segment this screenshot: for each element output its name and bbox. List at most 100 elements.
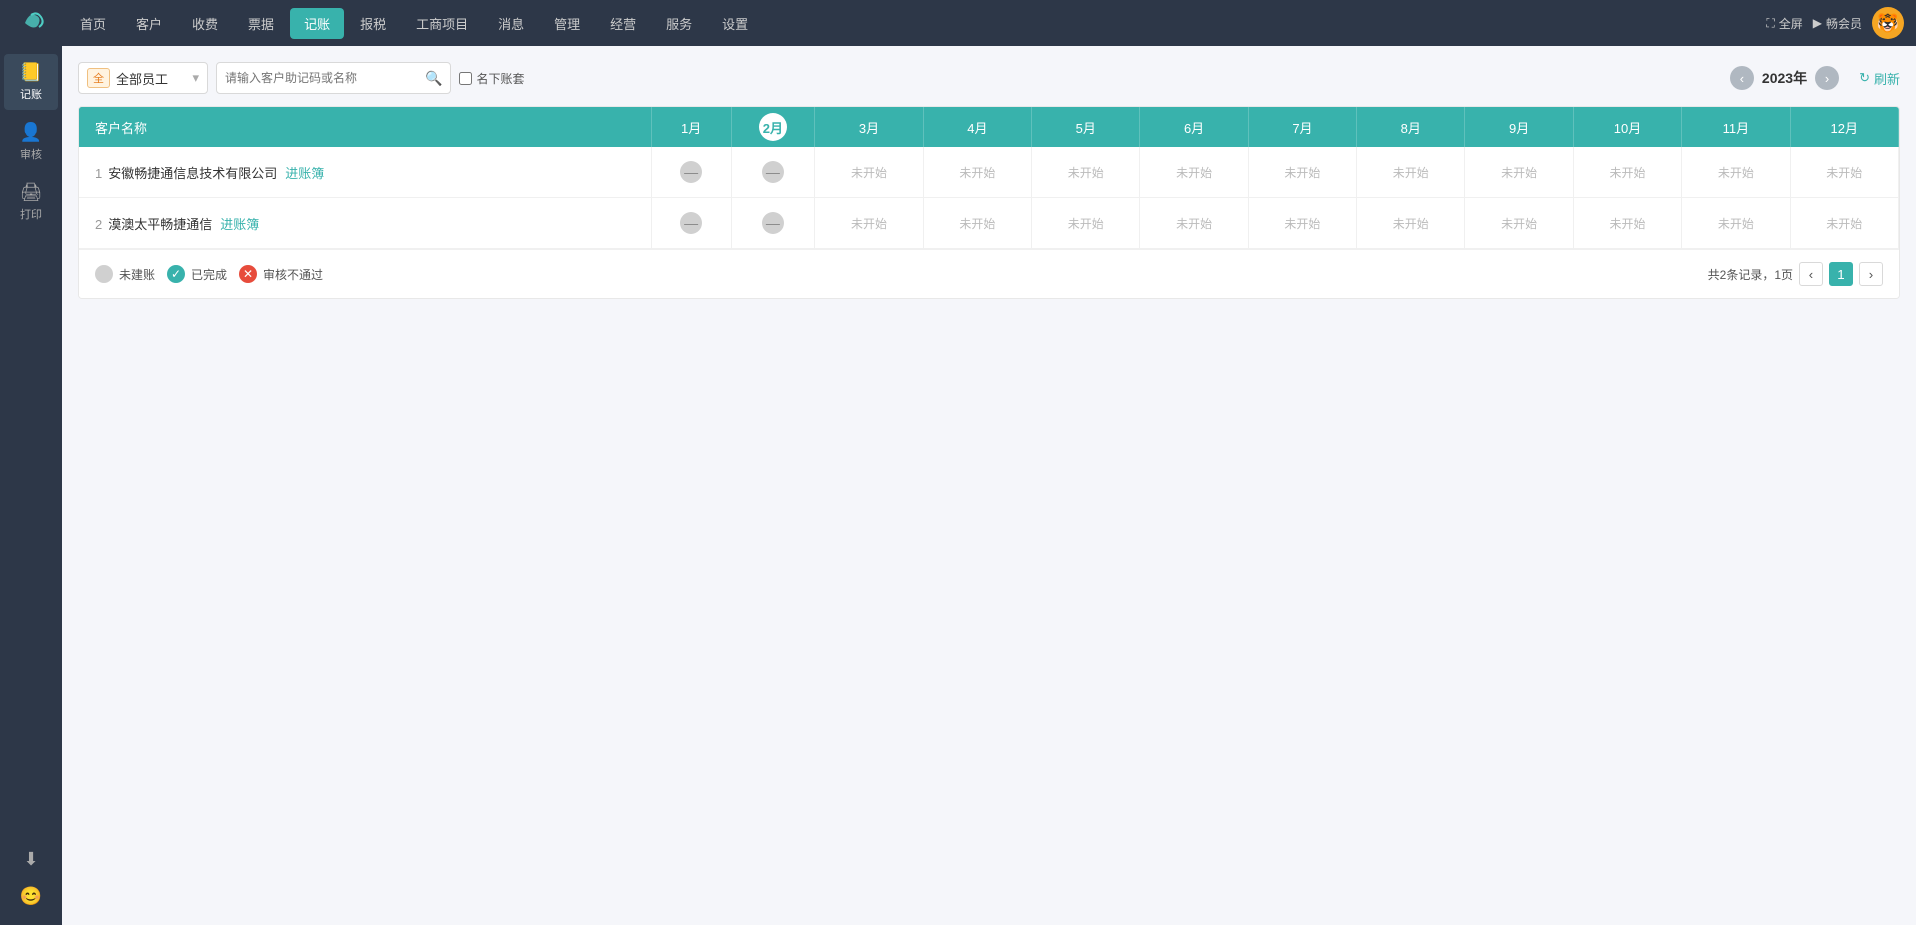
page-1-button[interactable]: 1 bbox=[1829, 262, 1853, 286]
not-started-label: 未开始 bbox=[1284, 217, 1320, 231]
enter-link[interactable]: 进账簿 bbox=[220, 217, 259, 232]
not-started-label: 未开始 bbox=[1393, 217, 1429, 231]
nav-business[interactable]: 工商项目 bbox=[402, 8, 482, 39]
not-started-label: 未开始 bbox=[1826, 217, 1862, 231]
month-cell-1-6: 未开始 bbox=[1248, 198, 1356, 249]
page-next-button[interactable]: › bbox=[1859, 262, 1883, 286]
nav-invoice[interactable]: 票据 bbox=[234, 8, 288, 39]
video-icon: ▶ bbox=[1813, 16, 1822, 30]
sidebar-item-print[interactable]: 🖨 打印 bbox=[4, 174, 58, 230]
nav-manage[interactable]: 管理 bbox=[540, 8, 594, 39]
not-started-label: 未开始 bbox=[1718, 217, 1754, 231]
nav-operation[interactable]: 经营 bbox=[596, 8, 650, 39]
col-month-10: 10月 bbox=[1573, 107, 1681, 147]
user-avatar[interactable]: 🐯 bbox=[1872, 7, 1904, 39]
month-cell-1-1: — bbox=[731, 198, 815, 249]
checkbox-namexia[interactable] bbox=[459, 72, 472, 85]
vip-label: 畅会员 bbox=[1826, 15, 1862, 32]
sidebar-label-bookkeeping: 记账 bbox=[20, 86, 42, 102]
month-cell-1-2: 未开始 bbox=[815, 198, 923, 249]
month-cell-1-0: — bbox=[651, 198, 731, 249]
year-next-button[interactable]: › bbox=[1815, 66, 1839, 90]
fullscreen-icon: ⛶ bbox=[1766, 16, 1774, 31]
not-started-label: 未开始 bbox=[959, 166, 995, 180]
app-logo bbox=[12, 7, 58, 39]
search-input[interactable] bbox=[217, 71, 417, 85]
row-num: 2 bbox=[95, 217, 102, 232]
client-name: 安徽畅捷通信息技术有限公司 bbox=[108, 166, 277, 181]
nav-service[interactable]: 服务 bbox=[652, 8, 706, 39]
month-cell-1-11: 未开始 bbox=[1790, 198, 1898, 249]
sidebar: 📒 记账 👤 审核 🖨 打印 ⬇ 😊 bbox=[0, 46, 62, 925]
year-display: 2023年 bbox=[1762, 68, 1807, 88]
checkbox-namexia-label[interactable]: 名下账套 bbox=[459, 70, 524, 87]
search-input-wrap: 🔍 bbox=[216, 62, 451, 94]
row-num: 1 bbox=[95, 166, 102, 181]
nav-fee[interactable]: 收费 bbox=[178, 8, 232, 39]
total-info: 共2条记录，1页 bbox=[1708, 266, 1793, 283]
client-cell-1: 2漠澳太平畅捷通信进账簿 bbox=[79, 198, 651, 249]
month-cell-0-4: 未开始 bbox=[1032, 147, 1140, 198]
month-cell-0-3: 未开始 bbox=[923, 147, 1031, 198]
nav-message[interactable]: 消息 bbox=[484, 8, 538, 39]
sidebar-label-print: 打印 bbox=[20, 206, 42, 222]
col-month-9: 9月 bbox=[1465, 107, 1573, 147]
fullscreen-button[interactable]: ⛶ 全屏 bbox=[1766, 15, 1802, 32]
dash-icon: — bbox=[680, 212, 702, 234]
sidebar-item-audit[interactable]: 👤 审核 bbox=[4, 114, 58, 170]
sidebar-item-download[interactable]: ⬇ bbox=[4, 841, 58, 878]
dash-icon: — bbox=[680, 161, 702, 183]
sidebar-item-bookkeeping[interactable]: 📒 记账 bbox=[4, 54, 58, 110]
month-cell-0-7: 未开始 bbox=[1357, 147, 1465, 198]
legend-rejected: ✕ 审核不通过 bbox=[239, 265, 323, 283]
month-cell-1-8: 未开始 bbox=[1465, 198, 1573, 249]
refresh-icon: ↻ bbox=[1859, 70, 1870, 86]
main-table: 客户名称 1月 2月 3月 4月 5月 6月 7月 8月 9月 10月 11月 bbox=[79, 107, 1899, 249]
nav-tax[interactable]: 报税 bbox=[346, 8, 400, 39]
not-started-label: 未开始 bbox=[1610, 217, 1646, 231]
not-started-label: 未开始 bbox=[851, 217, 887, 231]
not-started-label: 未开始 bbox=[1176, 217, 1212, 231]
month-cell-1-10: 未开始 bbox=[1682, 198, 1790, 249]
month-cell-0-8: 未开始 bbox=[1465, 147, 1573, 198]
legend-teal-dot: ✓ bbox=[167, 265, 185, 283]
col-month-4: 4月 bbox=[923, 107, 1031, 147]
not-started-label: 未开始 bbox=[1068, 166, 1104, 180]
col-month-8: 8月 bbox=[1357, 107, 1465, 147]
month-cell-1-7: 未开始 bbox=[1357, 198, 1465, 249]
refresh-label: 刷新 bbox=[1874, 69, 1900, 88]
sidebar-item-support[interactable]: 😊 bbox=[4, 878, 58, 915]
page-prev-button[interactable]: ‹ bbox=[1799, 262, 1823, 286]
year-prev-button[interactable]: ‹ bbox=[1730, 66, 1754, 90]
audit-icon: 👤 bbox=[20, 122, 42, 143]
dropdown-arrow-icon: ▾ bbox=[192, 70, 199, 86]
nav-home[interactable]: 首页 bbox=[66, 8, 120, 39]
bookkeeping-icon: 📒 bbox=[20, 62, 42, 83]
right-tools: ⛶ 全屏 ▶ 畅会员 🐯 bbox=[1766, 7, 1904, 39]
vip-button[interactable]: ▶ 畅会员 bbox=[1813, 15, 1862, 32]
month-cell-0-10: 未开始 bbox=[1682, 147, 1790, 198]
nav-settings[interactable]: 设置 bbox=[708, 8, 762, 39]
col-month-6: 6月 bbox=[1140, 107, 1248, 147]
col-month-12: 12月 bbox=[1790, 107, 1898, 147]
employee-select[interactable]: 全 全部员工 ▾ bbox=[78, 62, 208, 94]
nav-bookkeeping[interactable]: 记账 bbox=[290, 8, 344, 39]
download-icon: ⬇ bbox=[23, 849, 38, 870]
nav-client[interactable]: 客户 bbox=[122, 8, 176, 39]
table-wrap: 客户名称 1月 2月 3月 4月 5月 6月 7月 8月 9月 10月 11月 bbox=[78, 106, 1900, 299]
month-cell-0-1: — bbox=[731, 147, 815, 198]
month-cell-1-9: 未开始 bbox=[1573, 198, 1681, 249]
month-cell-0-0: — bbox=[651, 147, 731, 198]
month-cell-0-6: 未开始 bbox=[1248, 147, 1356, 198]
toolbar: 全 全部员工 ▾ 🔍 名下账套 ‹ 2023年 › ↻ 刷新 bbox=[78, 62, 1900, 94]
layout: 📒 记账 👤 审核 🖨 打印 ⬇ 😊 全 全部员工 ▾ bbox=[0, 46, 1916, 925]
legend-completed: ✓ 已完成 bbox=[167, 265, 227, 283]
not-started-label: 未开始 bbox=[1501, 217, 1537, 231]
not-started-label: 未开始 bbox=[1068, 217, 1104, 231]
enter-link[interactable]: 进账簿 bbox=[285, 166, 324, 181]
legend-rejected-label: 审核不通过 bbox=[263, 266, 323, 283]
refresh-button[interactable]: ↻ 刷新 bbox=[1859, 69, 1900, 88]
col-month-2: 2月 bbox=[731, 107, 815, 147]
col-month-11: 11月 bbox=[1682, 107, 1790, 147]
search-button[interactable]: 🔍 bbox=[417, 70, 450, 87]
